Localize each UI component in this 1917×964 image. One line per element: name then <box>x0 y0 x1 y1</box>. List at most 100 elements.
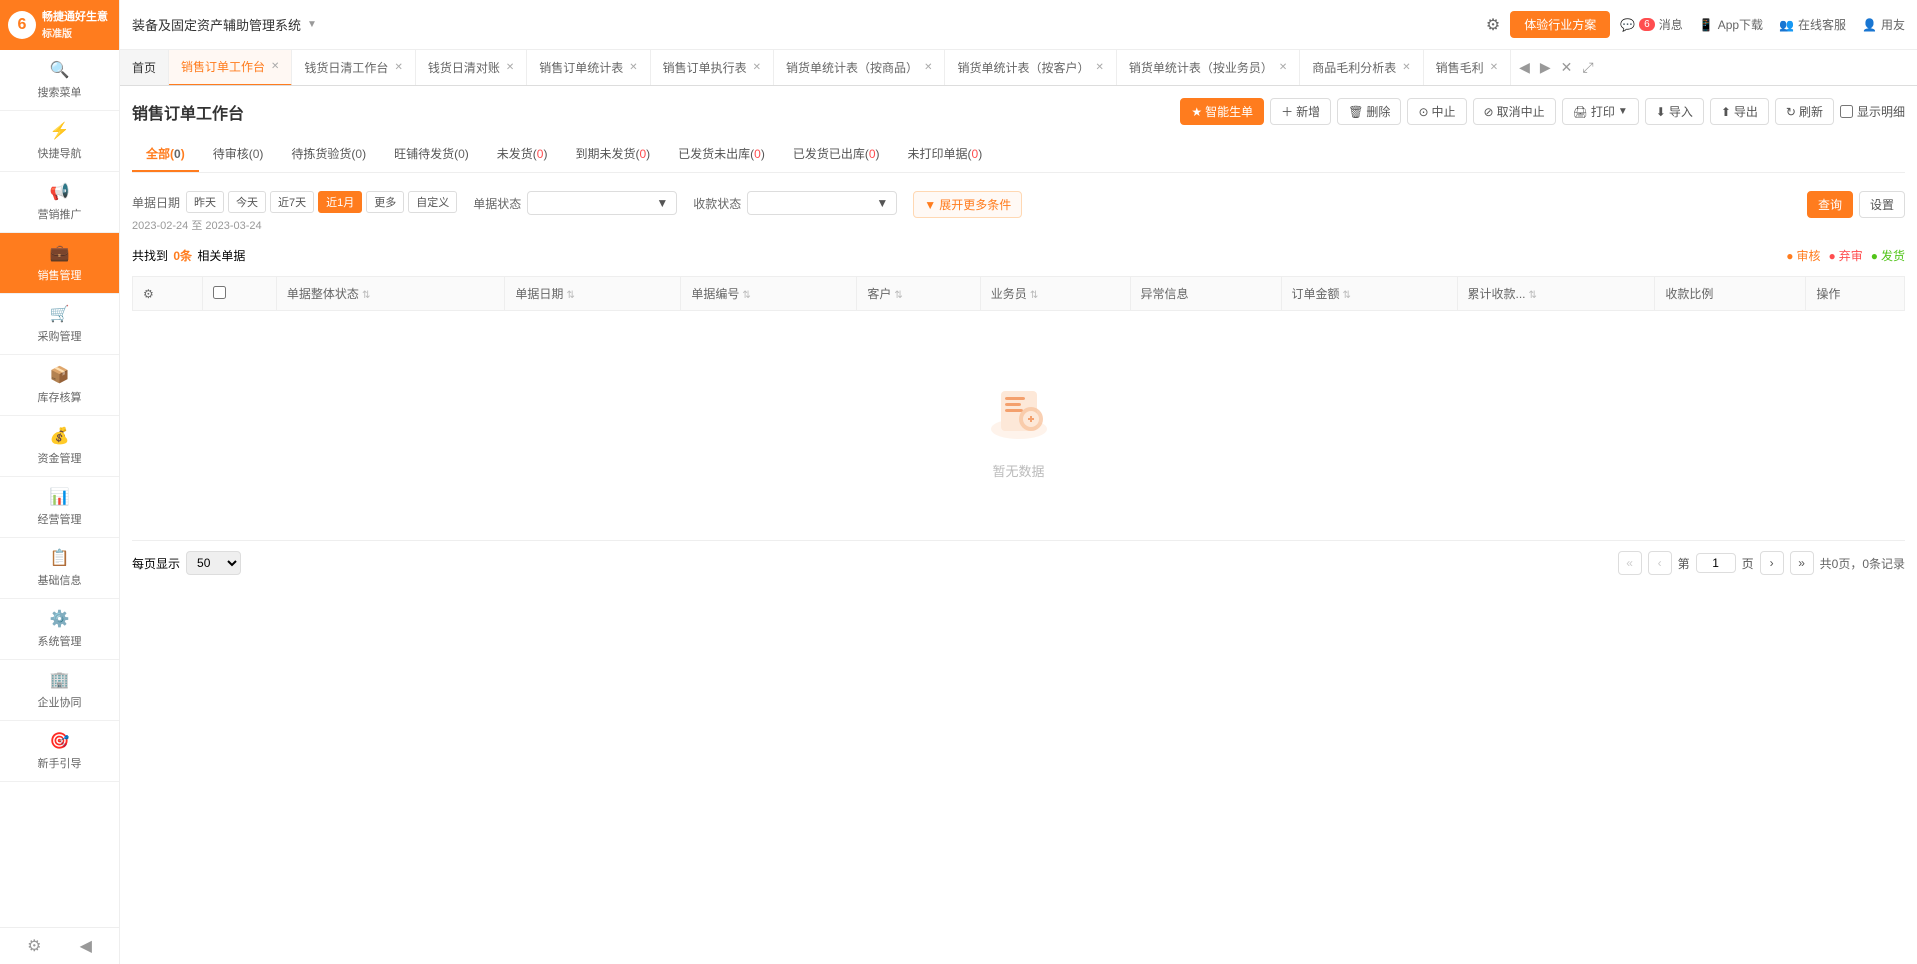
filter-tab-pending-inspect[interactable]: 待拣货验货(0) <box>277 137 380 172</box>
first-page-btn[interactable]: « <box>1618 551 1642 575</box>
tab-close-sales-profit[interactable]: ✕ <box>1490 62 1498 73</box>
tab-close-cash-daily[interactable]: ✕ <box>394 62 402 73</box>
next-page-btn[interactable]: › <box>1760 551 1784 575</box>
tab-close-all-btn[interactable]: ✕ <box>1557 57 1577 78</box>
col-header-date[interactable]: 单据日期⇅ <box>505 277 681 311</box>
col-header-received[interactable]: 累计收款...⇅ <box>1457 277 1655 311</box>
app-download-btn[interactable]: 📱 App下载 <box>1699 16 1763 33</box>
tab-sales-exec[interactable]: 销售订单执行表✕ <box>651 50 774 86</box>
tab-close-cash-reconcile[interactable]: ✕ <box>506 62 514 73</box>
show-detail-checkbox[interactable]: 显示明细 <box>1840 103 1905 120</box>
audit-btn[interactable]: ● 审核 <box>1786 247 1820 264</box>
payment-select[interactable]: ▼ <box>747 191 897 215</box>
tab-close-sales-summary-customer[interactable]: ✕ <box>1095 62 1103 73</box>
tab-close-sales-stat[interactable]: ✕ <box>629 62 637 73</box>
tab-sales-summary-staff[interactable]: 销货单统计表（按业务员）✕ <box>1117 50 1300 86</box>
tab-sales-stat[interactable]: 销售订单统计表✕ <box>527 50 650 86</box>
print-btn[interactable]: 🖨 打印 ▼ <box>1562 98 1639 125</box>
tab-sales-workbench[interactable]: 销售订单工作台✕ <box>169 50 292 86</box>
date-btn-近1月[interactable]: 近1月 <box>318 191 362 213</box>
page-size-select[interactable]: 102050100 <box>186 551 241 575</box>
filter-tab-wangpu-pending[interactable]: 旺铺待发货(0) <box>380 137 483 172</box>
sidebar-item-enterprise[interactable]: 🏢企业协同 <box>0 660 119 721</box>
tab-sales-summary-product[interactable]: 销货单统计表（按商品）✕ <box>774 50 945 86</box>
topbar-settings-icon[interactable]: ⚙ <box>1486 15 1500 35</box>
date-btn-今天[interactable]: 今天 <box>228 191 266 213</box>
filter-tab-pending-review[interactable]: 待审核(0) <box>199 137 278 172</box>
deliver-btn[interactable]: ● 发货 <box>1871 247 1905 264</box>
status-select[interactable]: ▼ <box>527 191 677 215</box>
tab-cash-daily[interactable]: 钱货日清工作台✕ <box>292 50 415 86</box>
pause-btn[interactable]: ⊙ 中止 <box>1407 98 1466 125</box>
sidebar-icon-inventory: 📦 <box>50 365 70 385</box>
refresh-btn[interactable]: ↻ 刷新 <box>1775 98 1834 125</box>
col-header-amount[interactable]: 订单金额⇅ <box>1281 277 1457 311</box>
message-btn[interactable]: 💬 6 消息 <box>1620 16 1683 33</box>
sidebar-item-finance[interactable]: 💰 资金管理 <box>0 416 119 477</box>
tab-sales-summary-customer[interactable]: 销货单统计表（按客户）✕ <box>945 50 1116 86</box>
date-btn-自定义[interactable]: 自定义 <box>408 191 457 213</box>
settings-footer-icon[interactable]: ⚙ <box>27 936 41 956</box>
col-header-customer[interactable]: 客户⇅ <box>857 277 980 311</box>
col-settings-icon[interactable]: ⚙ <box>143 287 154 301</box>
date-btn-昨天[interactable]: 昨天 <box>186 191 224 213</box>
filter-tab-not-printed[interactable]: 未打印单据(0) <box>894 137 997 172</box>
tab-expand-btn[interactable]: ⤢ <box>1578 57 1597 78</box>
cancel-pause-btn[interactable]: ⊘ 取消中止 <box>1473 98 1556 125</box>
sidebar-item-inventory[interactable]: 📦库存核算 <box>0 355 119 416</box>
sidebar-item-basic-info[interactable]: 📋基础信息 <box>0 538 119 599</box>
export-btn[interactable]: ⬆ 导出 <box>1710 98 1769 125</box>
collapse-icon[interactable]: ◀ <box>80 936 92 956</box>
date-btn-近7天[interactable]: 近7天 <box>270 191 314 213</box>
smart-gen-btn[interactable]: ★ 智能生单 <box>1180 98 1264 125</box>
filter-tab-shipped-not-warehoused[interactable]: 已发货未出库(0) <box>664 137 779 172</box>
tab-home[interactable]: 首页 <box>120 50 169 86</box>
query-btn[interactable]: 查询 <box>1807 191 1853 218</box>
tab-next-btn[interactable]: ▶ <box>1536 57 1555 78</box>
last-page-btn[interactable]: » <box>1790 551 1814 575</box>
sidebar-item-quick-nav[interactable]: ⚡快捷导航 <box>0 111 119 172</box>
print-dropdown-icon: ▼ <box>1618 106 1628 117</box>
tab-prev-btn[interactable]: ◀ <box>1515 57 1534 78</box>
tab-cash-reconcile[interactable]: 钱货日清对账✕ <box>416 50 527 86</box>
prev-page-btn[interactable]: ‹ <box>1648 551 1672 575</box>
sidebar-item-marketing[interactable]: 📢营销推广 <box>0 172 119 233</box>
online-service-btn[interactable]: 👥 在线客服 <box>1779 16 1846 33</box>
col-header-status[interactable]: 单据整体状态⇅ <box>276 277 505 311</box>
abandon-btn[interactable]: ● 弃审 <box>1828 247 1862 264</box>
select-all-checkbox[interactable] <box>213 286 226 299</box>
sidebar-item-system[interactable]: ⚙️系统管理 <box>0 599 119 660</box>
tab-label-product-margin: 商品毛利分析表 <box>1312 59 1396 76</box>
add-btn[interactable]: ＋ 新增 <box>1270 98 1331 125</box>
system-dropdown-arrow[interactable]: ▼ <box>307 19 317 30</box>
filter-tab-all[interactable]: 全部(0) <box>132 137 199 172</box>
sidebar-item-guide[interactable]: 🎯新手引导 <box>0 721 119 782</box>
filter-settings-btn[interactable]: 设置 <box>1859 191 1905 218</box>
experience-btn[interactable]: 体验行业方案 <box>1510 11 1610 38</box>
page-input[interactable] <box>1696 553 1736 573</box>
sidebar-item-operation[interactable]: 📊经营管理 <box>0 477 119 538</box>
col-header-number[interactable]: 单据编号⇅ <box>681 277 857 311</box>
col-header-staff[interactable]: 业务员⇅ <box>980 277 1130 311</box>
tab-close-sales-workbench[interactable]: ✕ <box>271 61 279 72</box>
sidebar-label-finance: 资金管理 <box>38 450 82 466</box>
filter-tab-not-shipped[interactable]: 未发货(0) <box>483 137 562 172</box>
tab-close-sales-exec[interactable]: ✕ <box>753 62 761 73</box>
filter-tab-expired-not-shipped[interactable]: 到期未发货(0) <box>561 137 664 172</box>
show-detail-input[interactable] <box>1840 105 1853 118</box>
sidebar-item-sales[interactable]: 💼销售管理 <box>0 233 119 294</box>
sidebar-icon-finance: 💰 <box>50 426 70 446</box>
tab-close-sales-summary-product[interactable]: ✕ <box>924 62 932 73</box>
import-btn[interactable]: ⬇ 导入 <box>1645 98 1704 125</box>
date-btn-更多[interactable]: 更多 <box>366 191 404 213</box>
user-btn[interactable]: 👤 用友 <box>1862 16 1905 33</box>
filter-tab-shipped-warehoused[interactable]: 已发货已出库(0) <box>779 137 894 172</box>
tab-product-margin[interactable]: 商品毛利分析表 ✕ <box>1300 50 1423 86</box>
sidebar-item-search[interactable]: 🔍搜索菜单 <box>0 50 119 111</box>
expand-filter-btn[interactable]: ▼ 展开更多条件 <box>913 191 1022 218</box>
tab-close-product-margin[interactable]: ✕ <box>1402 62 1410 73</box>
sidebar-item-purchase[interactable]: 🛒采购管理 <box>0 294 119 355</box>
tab-close-sales-summary-staff[interactable]: ✕ <box>1279 62 1287 73</box>
tab-sales-profit[interactable]: 销售毛利✕ <box>1424 50 1511 86</box>
delete-btn[interactable]: 🗑 删除 <box>1337 98 1401 125</box>
